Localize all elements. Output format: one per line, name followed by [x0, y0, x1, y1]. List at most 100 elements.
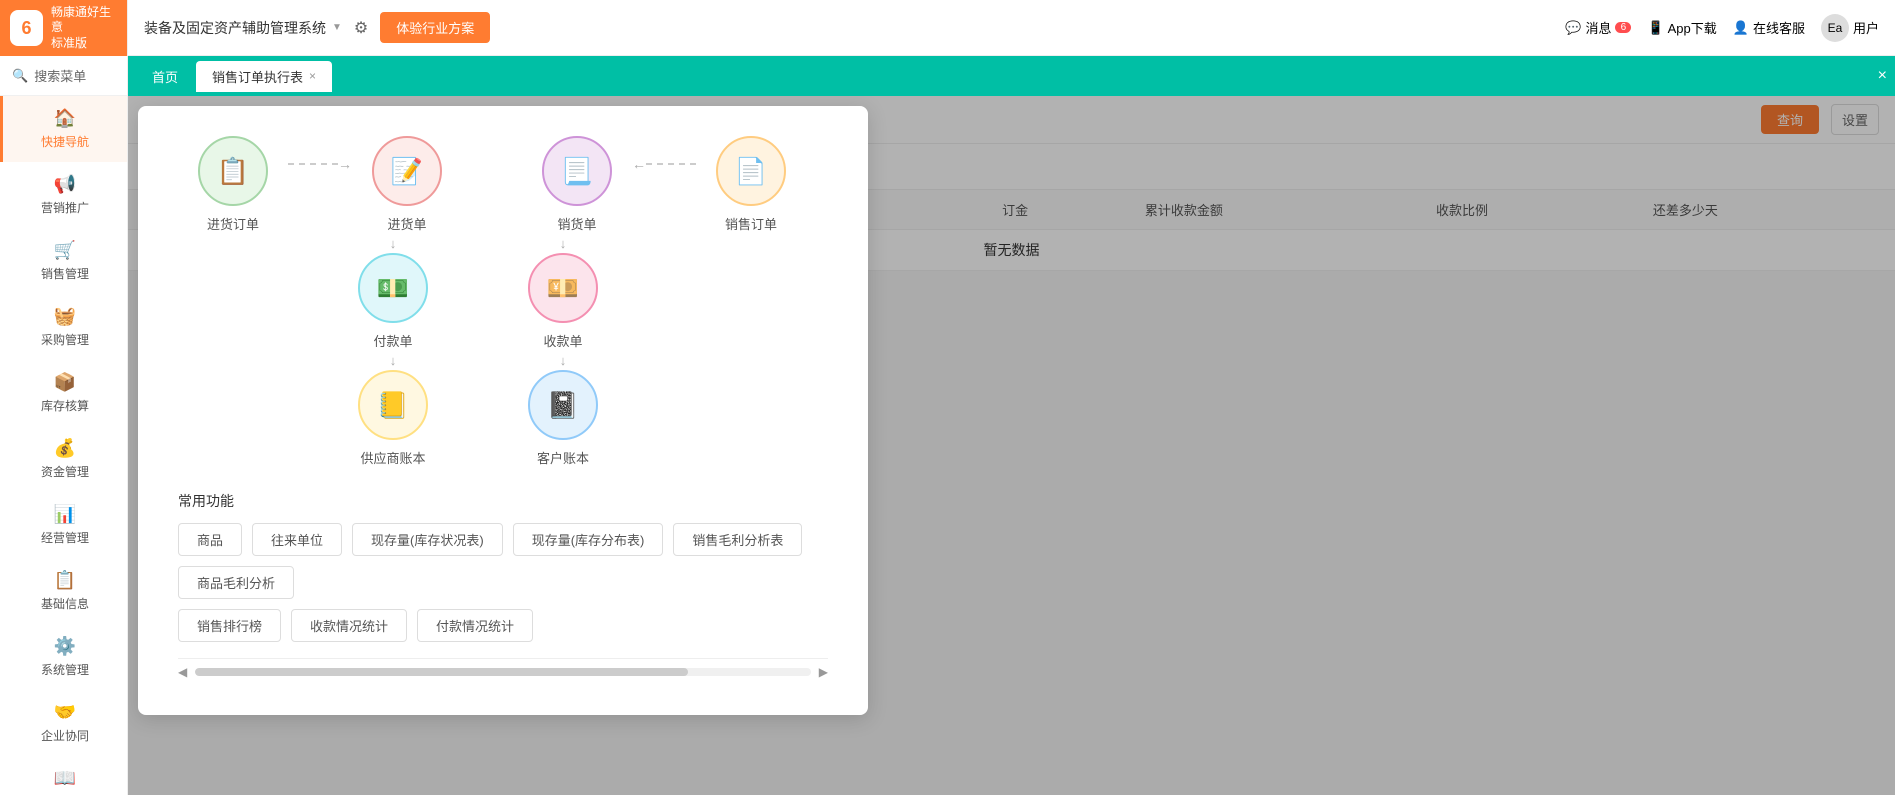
tabbar: 首页 销售订单执行表 × ×: [128, 56, 1895, 96]
common-buttons-row1: 商品 往来单位 现存量(库存状况表) 现存量(库存分布表) 销售毛利分析表 商品…: [178, 523, 828, 599]
flow-node-receipt[interactable]: 💴 收款单: [508, 253, 618, 350]
nav-label-enterprise: 企业协同: [41, 727, 89, 744]
online-service-area[interactable]: 👤 在线客服: [1733, 18, 1805, 37]
tab-sales-order-exec[interactable]: 销售订单执行表 ×: [196, 61, 332, 92]
flow-node-customer-account[interactable]: 📓 客户账本: [508, 370, 618, 467]
sidebar-item-operation[interactable]: 📊 经营管理: [0, 492, 127, 558]
nav-icon-purchase: 🧺: [54, 306, 76, 327]
common-btn-product-gross[interactable]: 商品毛利分析: [178, 566, 294, 599]
sidebar-item-marketing[interactable]: 📢 营销推广: [0, 162, 127, 228]
tab-home-label: 首页: [152, 67, 178, 86]
tab-home[interactable]: 首页: [136, 61, 194, 92]
nav-icon-inventory: 📦: [54, 372, 76, 393]
nav-label-finance: 资金管理: [41, 463, 89, 480]
user-area[interactable]: Ea 用户: [1821, 14, 1879, 42]
nav-label-operation: 经营管理: [41, 529, 89, 546]
supplier-account-icon: 📒: [358, 370, 428, 440]
logo-icon-text: 6: [21, 18, 31, 39]
content-area: ❓ 帮助 🖨 按模板打印 ▼ 📤 导出 🔄 刷新 查询 设: [128, 96, 1895, 795]
nav-icon-basic: 📋: [54, 570, 76, 591]
nav-icon-marketing: 📢: [54, 174, 76, 195]
nav-label-system: 系统管理: [41, 661, 89, 678]
sidebar-item-purchase[interactable]: 🧺 采购管理: [0, 294, 127, 360]
message-area[interactable]: 💬 消息 6: [1565, 18, 1631, 37]
common-functions-title: 常用功能: [178, 491, 828, 511]
sales-order-icon: 📄: [716, 136, 786, 206]
sales-order-label: 销售订单: [725, 214, 777, 233]
payment-icon: 💵: [358, 253, 428, 323]
logo-text: 畅康通好生意 标准版: [51, 5, 117, 52]
search-label: 搜索菜单: [34, 66, 86, 85]
purchase-bill-label: 进货单: [387, 214, 426, 233]
flow-node-sales-order[interactable]: 📄 销售订单: [696, 136, 806, 233]
scrollbar-track[interactable]: [195, 668, 811, 676]
nav-icon-home: 🏠: [54, 108, 76, 129]
purchase-order-label: 进货订单: [207, 214, 259, 233]
receipt-icon: 💴: [528, 253, 598, 323]
user-name: 用户: [1853, 18, 1879, 37]
scroll-left-arrow[interactable]: ◀: [178, 665, 187, 679]
sidebar-item-quick-nav[interactable]: 🏠 快捷导航: [0, 96, 127, 162]
scrollbar-thumb: [195, 668, 687, 676]
nav-label-basic: 基础信息: [41, 595, 89, 612]
app-icon: 📱: [1647, 20, 1663, 36]
flow-node-purchase-order[interactable]: 📋 进货订单: [178, 136, 288, 233]
flow-diagram: 📋 进货订单 → 📝 进货单: [178, 136, 828, 467]
logo-icon: 6: [10, 10, 43, 46]
customer-account-icon: 📓: [528, 370, 598, 440]
nav-icon-finance: 💰: [54, 438, 76, 459]
common-btn-product[interactable]: 商品: [178, 523, 242, 556]
purchase-order-icon: 📋: [198, 136, 268, 206]
nav-icon-newbie: 📖: [54, 768, 76, 789]
purchase-bill-icon: 📝: [372, 136, 442, 206]
avatar-text: Ea: [1828, 21, 1843, 35]
system-dropdown-icon[interactable]: ▼: [332, 22, 342, 33]
sidebar-item-newbie[interactable]: 📖 新手引导: [0, 756, 127, 795]
common-btn-sales-rank[interactable]: 销售排行榜: [178, 609, 281, 642]
gear-button[interactable]: ⚙: [354, 18, 368, 38]
common-btn-stock-status[interactable]: 现存量(库存状况表): [352, 523, 503, 556]
sidebar-item-enterprise[interactable]: 🤝 企业协同: [0, 690, 127, 756]
scroll-right-arrow[interactable]: ▶: [819, 665, 828, 679]
common-btn-payment-stats[interactable]: 付款情况统计: [417, 609, 533, 642]
nav-label-marketing: 营销推广: [41, 199, 89, 216]
customer-account-label: 客户账本: [537, 448, 589, 467]
flow-node-supplier-account[interactable]: 📒 供应商账本: [338, 370, 448, 467]
common-buttons-row2: 销售排行榜 收款情况统计 付款情况统计: [178, 609, 828, 642]
service-icon: 👤: [1733, 20, 1749, 36]
logo-line1: 畅康通好生意: [51, 5, 117, 36]
logo-line2: 标准版: [51, 36, 117, 52]
payment-label: 付款单: [373, 331, 412, 350]
app-download-area[interactable]: 📱 App下载: [1647, 18, 1716, 37]
nav-label-inventory: 库存核算: [41, 397, 89, 414]
nav-icon-sales: 🛒: [54, 240, 76, 261]
flow-node-purchase-bill[interactable]: 📝 进货单: [352, 136, 462, 233]
main-area: 装备及固定资产辅助管理系统 ▼ ⚙ 体验行业方案 💬 消息 6 📱 App下载 …: [128, 0, 1895, 795]
message-icon: 💬: [1565, 20, 1581, 36]
sidebar-item-sales[interactable]: 🛒 销售管理: [0, 228, 127, 294]
sidebar-search[interactable]: 🔍 搜索菜单: [0, 56, 127, 96]
avatar: Ea: [1821, 14, 1849, 42]
common-btn-counterpart[interactable]: 往来单位: [252, 523, 342, 556]
common-btn-stock-dist[interactable]: 现存量(库存分布表): [513, 523, 664, 556]
sidebar-item-finance[interactable]: 💰 资金管理: [0, 426, 127, 492]
sidebar-item-system[interactable]: ⚙️ 系统管理: [0, 624, 127, 690]
tabbar-close-icon[interactable]: ×: [1878, 67, 1887, 85]
flow-node-sales-bill[interactable]: 📃 销货单: [522, 136, 632, 233]
flow-node-payment[interactable]: 💵 付款单: [338, 253, 448, 350]
system-name-text: 装备及固定资产辅助管理系统: [144, 18, 326, 38]
common-btn-sales-gross[interactable]: 销售毛利分析表: [673, 523, 802, 556]
sidebar-nav: 🏠 快捷导航 📢 营销推广 🛒 销售管理 🧺 采购管理 📦 库存核算 💰: [0, 96, 127, 795]
nav-icon-enterprise: 🤝: [54, 702, 76, 723]
common-btn-receipt-stats[interactable]: 收款情况统计: [291, 609, 407, 642]
sidebar-item-inventory[interactable]: 📦 库存核算: [0, 360, 127, 426]
topbar: 装备及固定资产辅助管理系统 ▼ ⚙ 体验行业方案 💬 消息 6 📱 App下载 …: [128, 0, 1895, 56]
experience-button[interactable]: 体验行业方案: [380, 12, 490, 43]
supplier-account-label: 供应商账本: [360, 448, 425, 467]
modal-box: 📋 进货订单 → 📝 进货单: [138, 106, 868, 715]
message-label: 消息: [1585, 18, 1611, 37]
tab-close-icon[interactable]: ×: [309, 69, 316, 83]
sidebar-item-basic[interactable]: 📋 基础信息: [0, 558, 127, 624]
modal-overlay[interactable]: 📋 进货订单 → 📝 进货单: [128, 96, 1895, 795]
scrollbar-row: ◀ ▶: [178, 658, 828, 685]
